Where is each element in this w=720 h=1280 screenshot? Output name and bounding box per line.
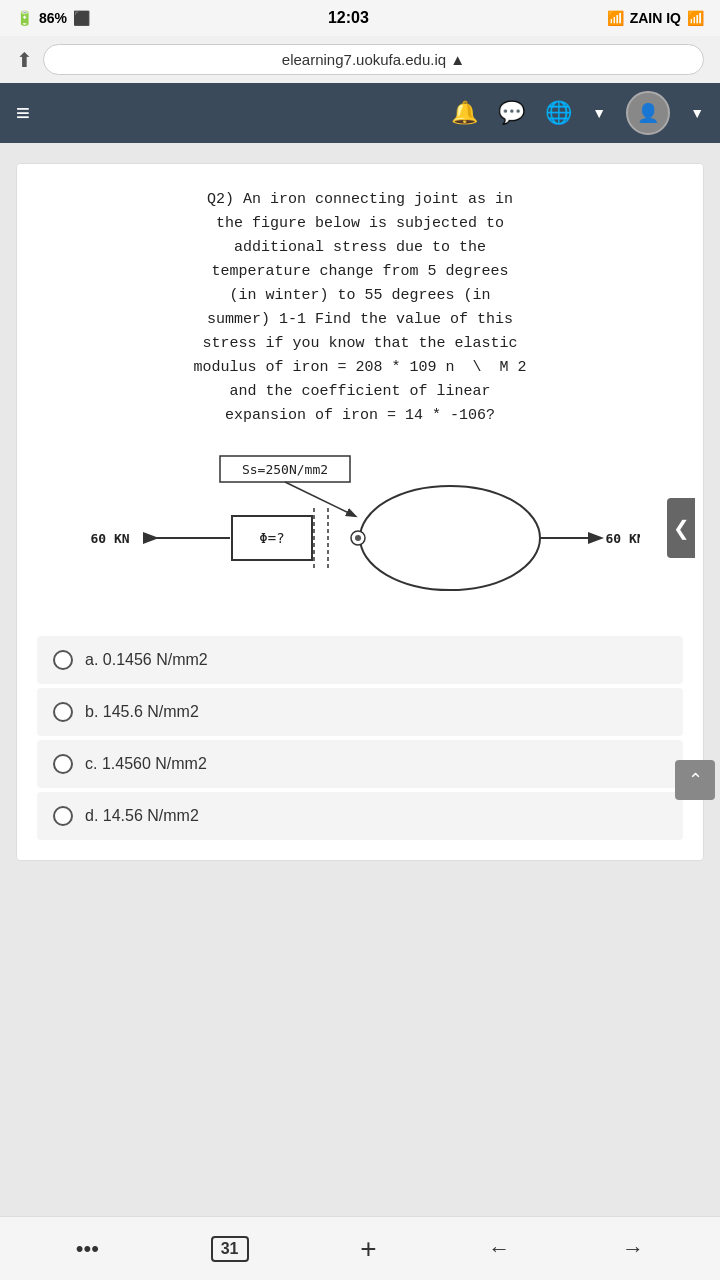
option-a[interactable]: a. 0.1456 N/mm2	[37, 636, 683, 684]
status-time: 12:03	[328, 9, 369, 27]
hamburger-menu[interactable]: ≡	[16, 99, 30, 127]
nav-dropdown-arrow[interactable]: ▼	[592, 105, 606, 121]
option-a-text: a. 0.1456 N/mm2	[85, 651, 208, 669]
question-line-6: summer) 1-1 Find the value of this	[207, 311, 513, 328]
battery-icon: 🔋	[16, 10, 33, 26]
add-tab-button[interactable]: +	[360, 1233, 376, 1265]
radio-c[interactable]	[53, 754, 73, 774]
main-content: Q2) An iron connecting joint as in the f…	[0, 143, 720, 881]
radio-d[interactable]	[53, 806, 73, 826]
question-line-9: and the coefficient of linear	[229, 383, 490, 400]
status-right: 📶 ZAIN IQ 📶	[607, 10, 704, 26]
avatar-dropdown-arrow[interactable]: ▼	[690, 105, 704, 121]
radio-a[interactable]	[53, 650, 73, 670]
diagram-container: Ss=250N/mm2 60 KN Φ=? 60	[37, 448, 683, 608]
chat-icon[interactable]: 💬	[498, 100, 525, 126]
option-c-text: c. 1.4560 N/mm2	[85, 755, 207, 773]
tab-count-button[interactable]: 31	[211, 1236, 249, 1262]
svg-text:60 KN: 60 KN	[605, 531, 640, 546]
svg-text:60 KN: 60 KN	[90, 531, 129, 546]
diagram-svg: Ss=250N/mm2 60 KN Φ=? 60	[80, 448, 640, 608]
question-text: Q2) An iron connecting joint as in the f…	[37, 188, 683, 428]
question-line-7: stress if you know that the elastic	[202, 335, 517, 352]
status-bar: 🔋 86% ⬛ 12:03 📶 ZAIN IQ 📶	[0, 0, 720, 36]
user-avatar[interactable]: 👤	[626, 91, 670, 135]
svg-text:Φ=?: Φ=?	[259, 530, 284, 546]
back-chevron-button[interactable]: ❮	[667, 498, 695, 558]
url-display[interactable]: elearning7.uokufa.edu.iq ▲	[43, 44, 704, 75]
question-card: Q2) An iron connecting joint as in the f…	[16, 163, 704, 861]
option-c[interactable]: c. 1.4560 N/mm2	[37, 740, 683, 788]
nav-bar: ≡ 🔔 💬 🌐 ▼ 👤 ▼	[0, 83, 720, 143]
svg-point-9	[360, 486, 540, 590]
option-b[interactable]: b. 145.6 N/mm2	[37, 688, 683, 736]
battery-level: 86%	[39, 10, 67, 26]
question-line-5: (in winter) to 55 degrees (in	[229, 287, 490, 304]
question-line-3: additional stress due to the	[234, 239, 486, 256]
bell-icon[interactable]: 🔔	[451, 100, 478, 126]
network-name: ZAIN IQ	[630, 10, 681, 26]
option-d[interactable]: d. 14.56 N/mm2	[37, 792, 683, 840]
status-left: 🔋 86% ⬛	[16, 10, 90, 26]
url-bar: ⬆ elearning7.uokufa.edu.iq ▲	[0, 36, 720, 83]
options-container: a. 0.1456 N/mm2 b. 145.6 N/mm2 c. 1.4560…	[37, 636, 683, 840]
more-options-button[interactable]: •••	[76, 1236, 99, 1262]
signal-icon: 📶	[687, 10, 704, 26]
question-line-8: modulus of iron = 208 * 109 n \ M 2	[193, 359, 526, 376]
svg-text:Ss=250N/mm2: Ss=250N/mm2	[242, 462, 328, 477]
svg-line-2	[285, 482, 355, 516]
question-line-2: the figure below is subjected to	[216, 215, 504, 232]
radio-b[interactable]	[53, 702, 73, 722]
option-d-text: d. 14.56 N/mm2	[85, 807, 199, 825]
camera-icon: ⬛	[73, 10, 90, 26]
question-line-10: expansion of iron = 14 * -106?	[225, 407, 495, 424]
forward-button[interactable]: →	[622, 1236, 644, 1262]
question-line-4: temperature change from 5 degrees	[211, 263, 508, 280]
scroll-top-button[interactable]: ⌃	[675, 760, 715, 800]
question-line-1: Q2) An iron connecting joint as in	[207, 191, 513, 208]
wifi-icon: 📶	[607, 10, 624, 26]
share-button[interactable]: ⬆	[16, 48, 33, 72]
back-button[interactable]: ←	[488, 1236, 510, 1262]
option-b-text: b. 145.6 N/mm2	[85, 703, 199, 721]
bottom-bar: ••• 31 + ← →	[0, 1216, 720, 1280]
globe-icon[interactable]: 🌐	[545, 100, 572, 126]
svg-point-13	[355, 535, 361, 541]
